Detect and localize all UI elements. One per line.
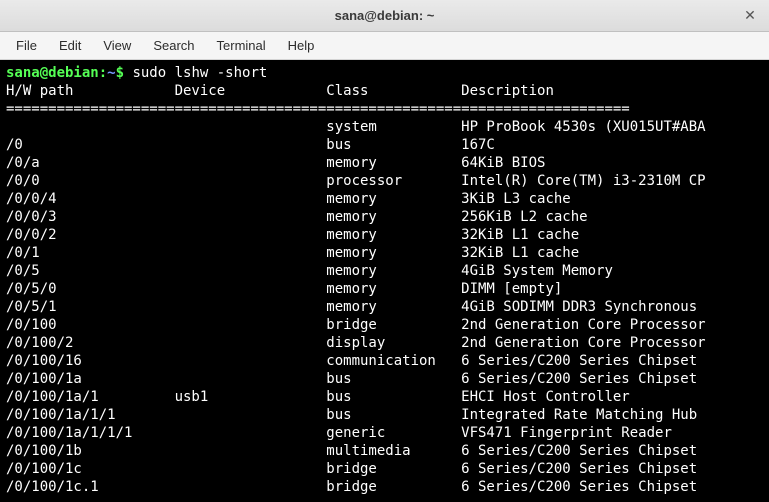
terminal-output[interactable]: sana@debian:~$ sudo lshw -short H/W path…	[0, 60, 769, 502]
menubar: File Edit View Search Terminal Help	[0, 32, 769, 60]
close-icon[interactable]: ✕	[741, 7, 759, 25]
menu-help[interactable]: Help	[278, 34, 325, 57]
menu-search[interactable]: Search	[143, 34, 204, 57]
menu-terminal[interactable]: Terminal	[207, 34, 276, 57]
menu-edit[interactable]: Edit	[49, 34, 91, 57]
window-title: sana@debian: ~	[335, 8, 435, 23]
menu-view[interactable]: View	[93, 34, 141, 57]
menu-file[interactable]: File	[6, 34, 47, 57]
titlebar: sana@debian: ~ ✕	[0, 0, 769, 32]
